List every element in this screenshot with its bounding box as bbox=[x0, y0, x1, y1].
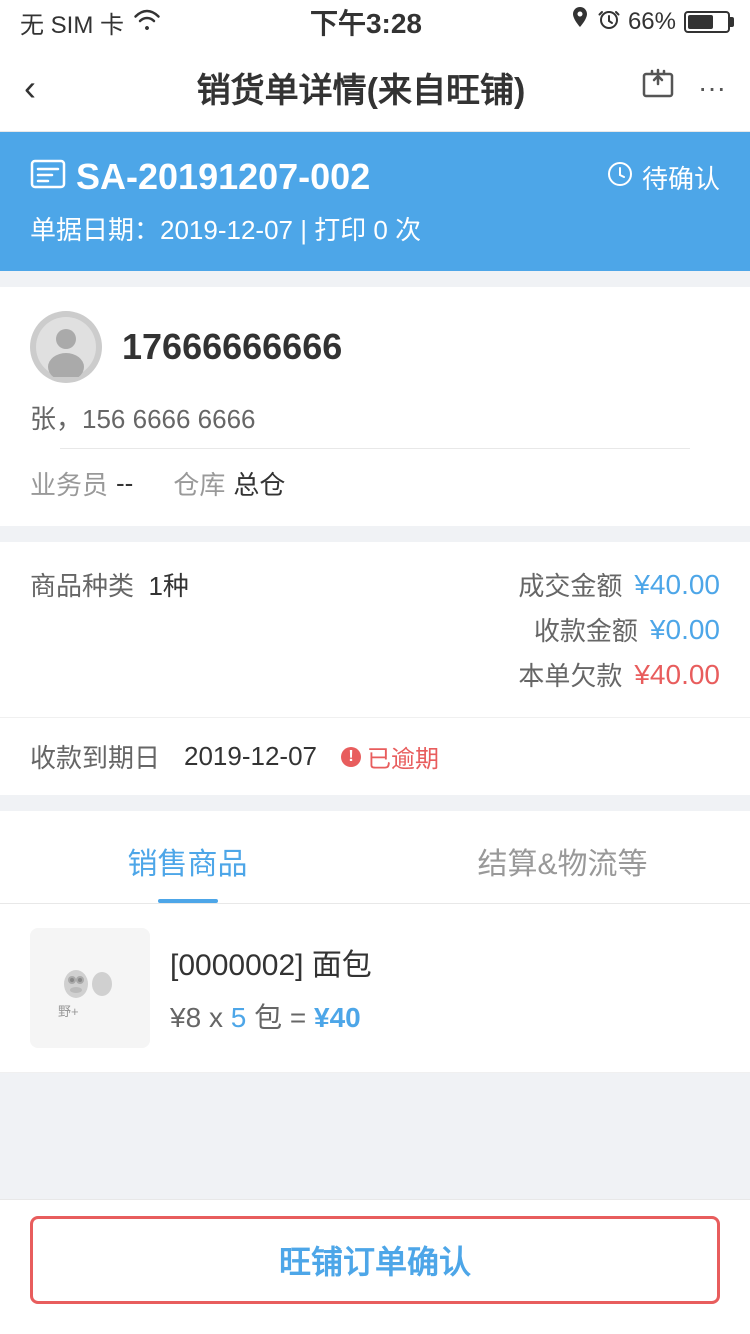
due-date-label: 收款到期日 bbox=[30, 738, 160, 775]
summary-card: 商品种类 1种 成交金额 ¥40.00 收款金额 ¥0.00 本单欠款 ¥40.… bbox=[0, 542, 750, 717]
order-status: 待确认 bbox=[606, 159, 720, 196]
product-name: [0000002] 面包 bbox=[170, 940, 720, 984]
header-card: SA-20191207-002 待确认 单据日期：2019-12-07 | 打印… bbox=[0, 132, 750, 271]
location-icon bbox=[570, 7, 590, 38]
alarm-icon bbox=[598, 8, 620, 37]
product-total: ¥40 bbox=[314, 1002, 361, 1033]
product-unit-price: ¥8 bbox=[170, 1002, 201, 1033]
product-item: 野+ [0000002] 面包 ¥8 x 5 包 = ¥40 bbox=[0, 904, 750, 1073]
warehouse-label: 仓库 bbox=[173, 465, 225, 502]
product-types-value: 1种 bbox=[148, 571, 188, 601]
collected-amount-value: ¥0.00 bbox=[650, 614, 720, 646]
product-unit: 包 bbox=[254, 1002, 282, 1033]
carrier-text: 无 SIM 卡 bbox=[20, 5, 124, 40]
owed-amount-value: ¥40.00 bbox=[634, 659, 720, 691]
overdue-dot-icon: ! bbox=[341, 747, 361, 767]
battery-icon bbox=[684, 11, 730, 33]
product-info: [0000002] 面包 ¥8 x 5 包 = ¥40 bbox=[170, 940, 720, 1036]
transaction-amount-value: ¥40.00 bbox=[634, 569, 720, 601]
warehouse-value: 总仓 bbox=[233, 465, 285, 502]
divider bbox=[60, 448, 690, 449]
avatar bbox=[30, 311, 102, 383]
clock-icon bbox=[606, 160, 634, 195]
customer-card: 17666666666 张，156 6666 6666 业务员 -- 仓库 总仓 bbox=[0, 287, 750, 526]
more-icon[interactable]: ··· bbox=[698, 72, 726, 104]
bottom-bar: 旺铺订单确认 bbox=[0, 1199, 750, 1334]
product-id: [0000002] bbox=[170, 949, 303, 982]
wifi-icon bbox=[132, 8, 162, 37]
owed-amount-label: 本单欠款 bbox=[518, 656, 622, 693]
product-types-label: 商品种类 bbox=[30, 571, 134, 601]
tab-sales-products[interactable]: 销售商品 bbox=[0, 811, 375, 903]
status-bar: 无 SIM 卡 下午3:28 66% bbox=[0, 0, 750, 44]
share-icon[interactable] bbox=[638, 64, 678, 111]
order-date: 单据日期：2019-12-07 | 打印 0 次 bbox=[30, 210, 720, 247]
transaction-amount-label: 成交金额 bbox=[518, 566, 622, 603]
collected-amount-item: 收款金额 ¥0.00 bbox=[534, 611, 720, 648]
tabs-bar: 销售商品 结算&物流等 bbox=[0, 811, 750, 904]
customer-info: 张，156 6666 6666 bbox=[30, 399, 720, 436]
page-title: 销货单详情(来自旺铺) bbox=[197, 63, 526, 112]
due-date-card: 收款到期日 2019-12-07 ! 已逾期 bbox=[0, 717, 750, 795]
battery-level: 66% bbox=[628, 8, 676, 36]
customer-top: 17666666666 bbox=[30, 311, 720, 383]
due-date-value: 2019-12-07 bbox=[184, 741, 317, 772]
nav-actions: ··· bbox=[638, 64, 726, 111]
status-right: 66% bbox=[570, 7, 730, 38]
salesperson-label: 业务员 bbox=[30, 465, 108, 502]
product-title: 面包 bbox=[312, 949, 372, 982]
tab-settlement-logistics[interactable]: 结算&物流等 bbox=[375, 811, 750, 903]
customer-meta: 业务员 -- 仓库 总仓 bbox=[30, 465, 720, 502]
summary-right: 成交金额 ¥40.00 收款金额 ¥0.00 本单欠款 ¥40.00 bbox=[518, 566, 720, 693]
order-icon bbox=[30, 156, 66, 198]
order-number: SA-20191207-002 bbox=[30, 156, 370, 198]
collected-amount-label: 收款金额 bbox=[534, 611, 638, 648]
svg-text:野+: 野+ bbox=[58, 1004, 79, 1019]
product-list: 野+ [0000002] 面包 ¥8 x 5 包 = ¥40 bbox=[0, 904, 750, 1073]
warehouse-item: 仓库 总仓 bbox=[173, 465, 285, 502]
status-left: 无 SIM 卡 bbox=[20, 5, 162, 40]
overdue-badge: ! 已逾期 bbox=[341, 739, 439, 774]
owed-amount-item: 本单欠款 ¥40.00 bbox=[518, 656, 720, 693]
salesperson-value: -- bbox=[116, 468, 133, 499]
status-time: 下午3:28 bbox=[310, 2, 422, 42]
header-card-top: SA-20191207-002 待确认 bbox=[30, 156, 720, 198]
overdue-text: 已逾期 bbox=[367, 739, 439, 774]
multiply-sign: x bbox=[209, 1002, 231, 1033]
summary-row: 商品种类 1种 成交金额 ¥40.00 收款金额 ¥0.00 本单欠款 ¥40.… bbox=[30, 566, 720, 693]
equals-sign: = bbox=[290, 1002, 314, 1033]
confirm-order-button[interactable]: 旺铺订单确认 bbox=[30, 1216, 720, 1304]
summary-left: 商品种类 1种 bbox=[30, 566, 189, 603]
salesperson-item: 业务员 -- bbox=[30, 465, 133, 502]
product-thumbnail: 野+ bbox=[30, 928, 150, 1048]
customer-phone: 17666666666 bbox=[122, 326, 342, 368]
transaction-amount-item: 成交金额 ¥40.00 bbox=[518, 566, 720, 603]
back-button[interactable]: ‹ bbox=[24, 67, 84, 109]
product-price: ¥8 x 5 包 = ¥40 bbox=[170, 996, 720, 1036]
product-quantity: 5 bbox=[231, 1002, 247, 1033]
nav-bar: ‹ 销货单详情(来自旺铺) ··· bbox=[0, 44, 750, 132]
